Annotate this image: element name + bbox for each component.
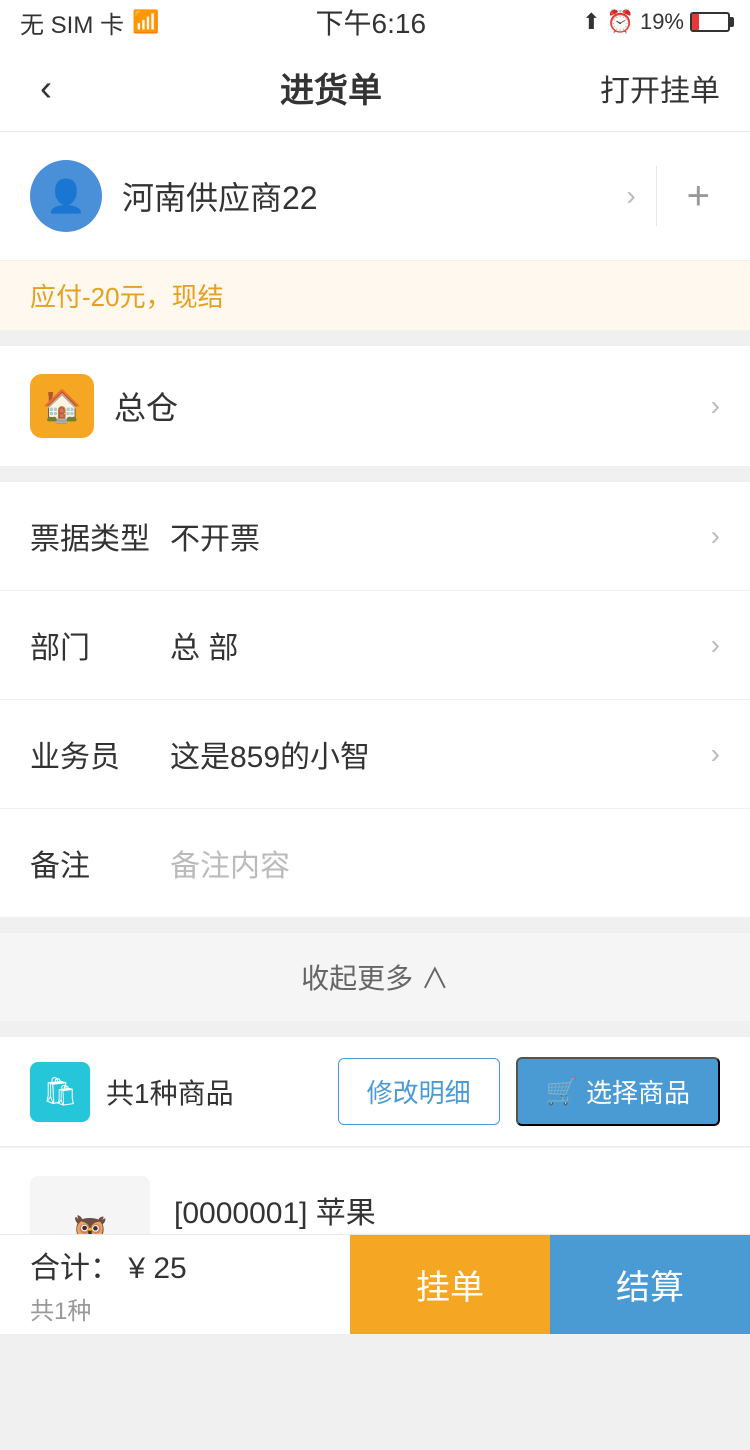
salesperson-value: 这是859的小智 (170, 732, 711, 776)
supplier-avatar: 👤 (30, 160, 102, 232)
product-title: 苹果 (316, 1197, 376, 1230)
bill-type-row[interactable]: 票据类型 不开票 › (0, 482, 750, 591)
cart-icon: 🛒 (546, 1076, 578, 1107)
department-label: 部门 (30, 623, 160, 667)
total-label: 合计： (30, 1252, 120, 1285)
supplier-row[interactable]: 👤 河南供应商22 › + (0, 132, 750, 261)
remark-input[interactable]: 备注内容 (170, 841, 720, 885)
warehouse-row[interactable]: 🏠 总仓 › (0, 346, 750, 466)
warehouse-icon: 🏠 (30, 374, 94, 438)
hold-label: 挂单 (416, 1260, 484, 1309)
select-product-button[interactable]: 🛒 选择商品 (516, 1057, 720, 1126)
checkout-button[interactable]: 结算 (550, 1235, 750, 1334)
battery-percent: 19% (640, 9, 684, 35)
collapse-button[interactable]: 收起更多 ∧ (0, 933, 750, 1021)
house-icon: 🏠 (42, 387, 82, 425)
supplier-card: 👤 河南供应商22 › + 应付-20元，现结 (0, 132, 750, 330)
select-product-label: 选择商品 (586, 1073, 690, 1110)
back-button[interactable]: ‹ (30, 57, 62, 119)
total-amount: 合计： ¥ 25 (30, 1243, 320, 1287)
edit-detail-button[interactable]: 修改明细 (338, 1058, 500, 1125)
notice-banner: 应付-20元，现结 (0, 261, 750, 330)
page-title: 进货单 (280, 63, 382, 112)
warehouse-name: 总仓 (114, 383, 711, 429)
product-name: [0000001] 苹果 (174, 1188, 672, 1232)
department-row[interactable]: 部门 总 部 › (0, 591, 750, 700)
hold-button[interactable]: 挂单 (350, 1235, 550, 1334)
carrier-label: 无 SIM 卡 (20, 5, 124, 40)
open-pending-button[interactable]: 打开挂单 (600, 66, 720, 110)
bill-type-chevron-icon: › (711, 520, 720, 552)
checkout-label: 结算 (616, 1260, 684, 1309)
battery-icon (690, 12, 730, 32)
salesperson-chevron-icon: › (711, 738, 720, 770)
bottom-bar: 合计： ¥ 25 共1种 挂单 结算 (0, 1234, 750, 1334)
location-icon: ⬆ (582, 9, 600, 35)
salesperson-label: 业务员 (30, 732, 160, 776)
status-left: 无 SIM 卡 📶 (20, 5, 159, 40)
notice-text: 应付-20元，现结 (30, 282, 224, 312)
avatar-icon: 👤 (46, 177, 86, 215)
total-section: 合计： ¥ 25 共1种 (0, 1235, 350, 1334)
product-code: [0000001] (174, 1197, 316, 1230)
alarm-icon: ⏰ (607, 9, 634, 35)
add-button[interactable]: + (677, 164, 720, 229)
total-count: 共1种 (30, 1291, 320, 1326)
supplier-name: 河南供应商22 (122, 173, 626, 219)
form-card: 票据类型 不开票 › 部门 总 部 › 业务员 这是859的小智 › 备注 备注… (0, 482, 750, 917)
status-time: 下午6:16 (316, 2, 427, 42)
products-icon: 🛍 (30, 1062, 90, 1122)
total-value: ¥ 25 (128, 1252, 186, 1285)
wifi-icon: 📶 (132, 9, 159, 35)
remark-label: 备注 (30, 841, 160, 885)
department-chevron-icon: › (711, 629, 720, 661)
status-right: ⬆ ⏰ 19% (582, 9, 730, 35)
bag-icon: 🛍 (42, 1075, 78, 1108)
warehouse-chevron-icon: › (711, 390, 720, 422)
supplier-chevron-icon: › (626, 180, 635, 212)
bill-type-value: 不开票 (170, 514, 711, 558)
products-count: 共1种商品 (106, 1072, 338, 1112)
nav-bar: ‹ 进货单 打开挂单 (0, 44, 750, 132)
status-bar: 无 SIM 卡 📶 下午6:16 ⬆ ⏰ 19% (0, 0, 750, 44)
bottom-spacer (0, 1340, 750, 1450)
salesperson-row[interactable]: 业务员 这是859的小智 › (0, 700, 750, 809)
warehouse-card[interactable]: 🏠 总仓 › (0, 346, 750, 466)
department-value: 总 部 (170, 623, 711, 667)
vertical-divider (656, 166, 657, 226)
collapse-label: 收起更多 ∧ (301, 963, 449, 994)
products-header: 🛍 共1种商品 修改明细 🛒 选择商品 (0, 1037, 750, 1147)
bill-type-label: 票据类型 (30, 514, 160, 558)
remark-row[interactable]: 备注 备注内容 (0, 809, 750, 917)
